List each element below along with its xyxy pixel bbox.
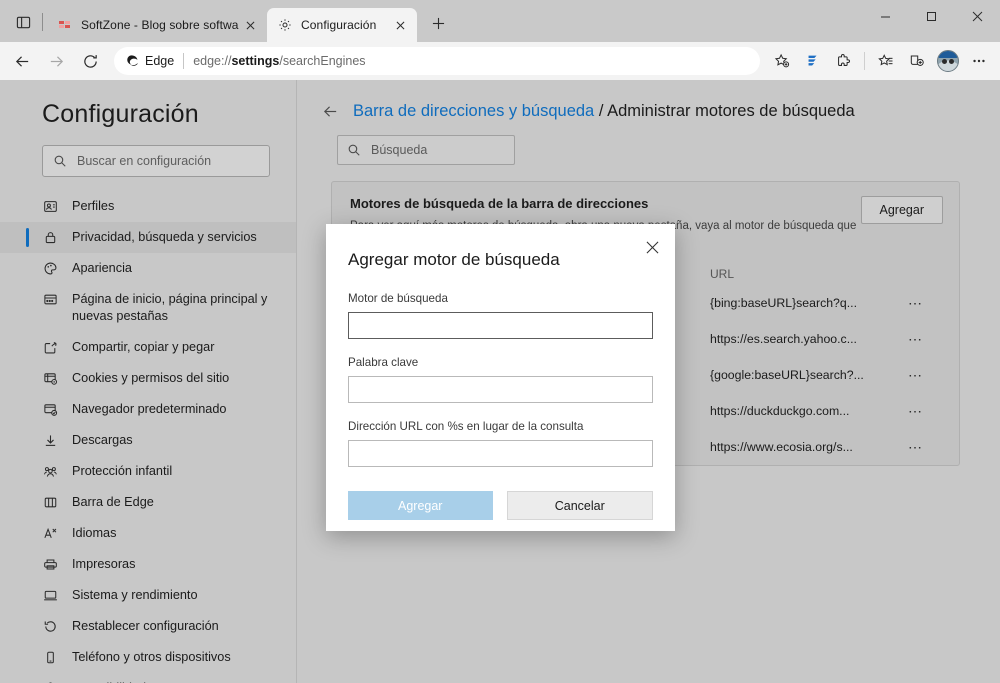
field-motor: Motor de búsqueda: [348, 292, 653, 356]
field-label: Motor de búsqueda: [348, 292, 448, 305]
search-engine-input[interactable]: [348, 312, 653, 339]
add-search-engine-dialog: Agregar motor de búsqueda Motor de búsqu…: [326, 224, 675, 531]
field-url: Dirección URL con %s en lugar de la cons…: [348, 420, 653, 484]
keyword-input[interactable]: [348, 376, 653, 403]
field-label: Dirección URL con %s en lugar de la cons…: [348, 420, 584, 433]
dialog-actions: Agregar Cancelar: [348, 491, 653, 520]
url-input[interactable]: [348, 440, 653, 467]
close-icon[interactable]: [639, 234, 665, 260]
dialog-title: Agregar motor de búsqueda: [348, 250, 560, 269]
dialog-cancel-button[interactable]: Cancelar: [506, 491, 653, 520]
dialog-add-button[interactable]: Agregar: [348, 491, 493, 520]
field-palabra-clave: Palabra clave: [348, 356, 653, 420]
field-label: Palabra clave: [348, 356, 419, 369]
